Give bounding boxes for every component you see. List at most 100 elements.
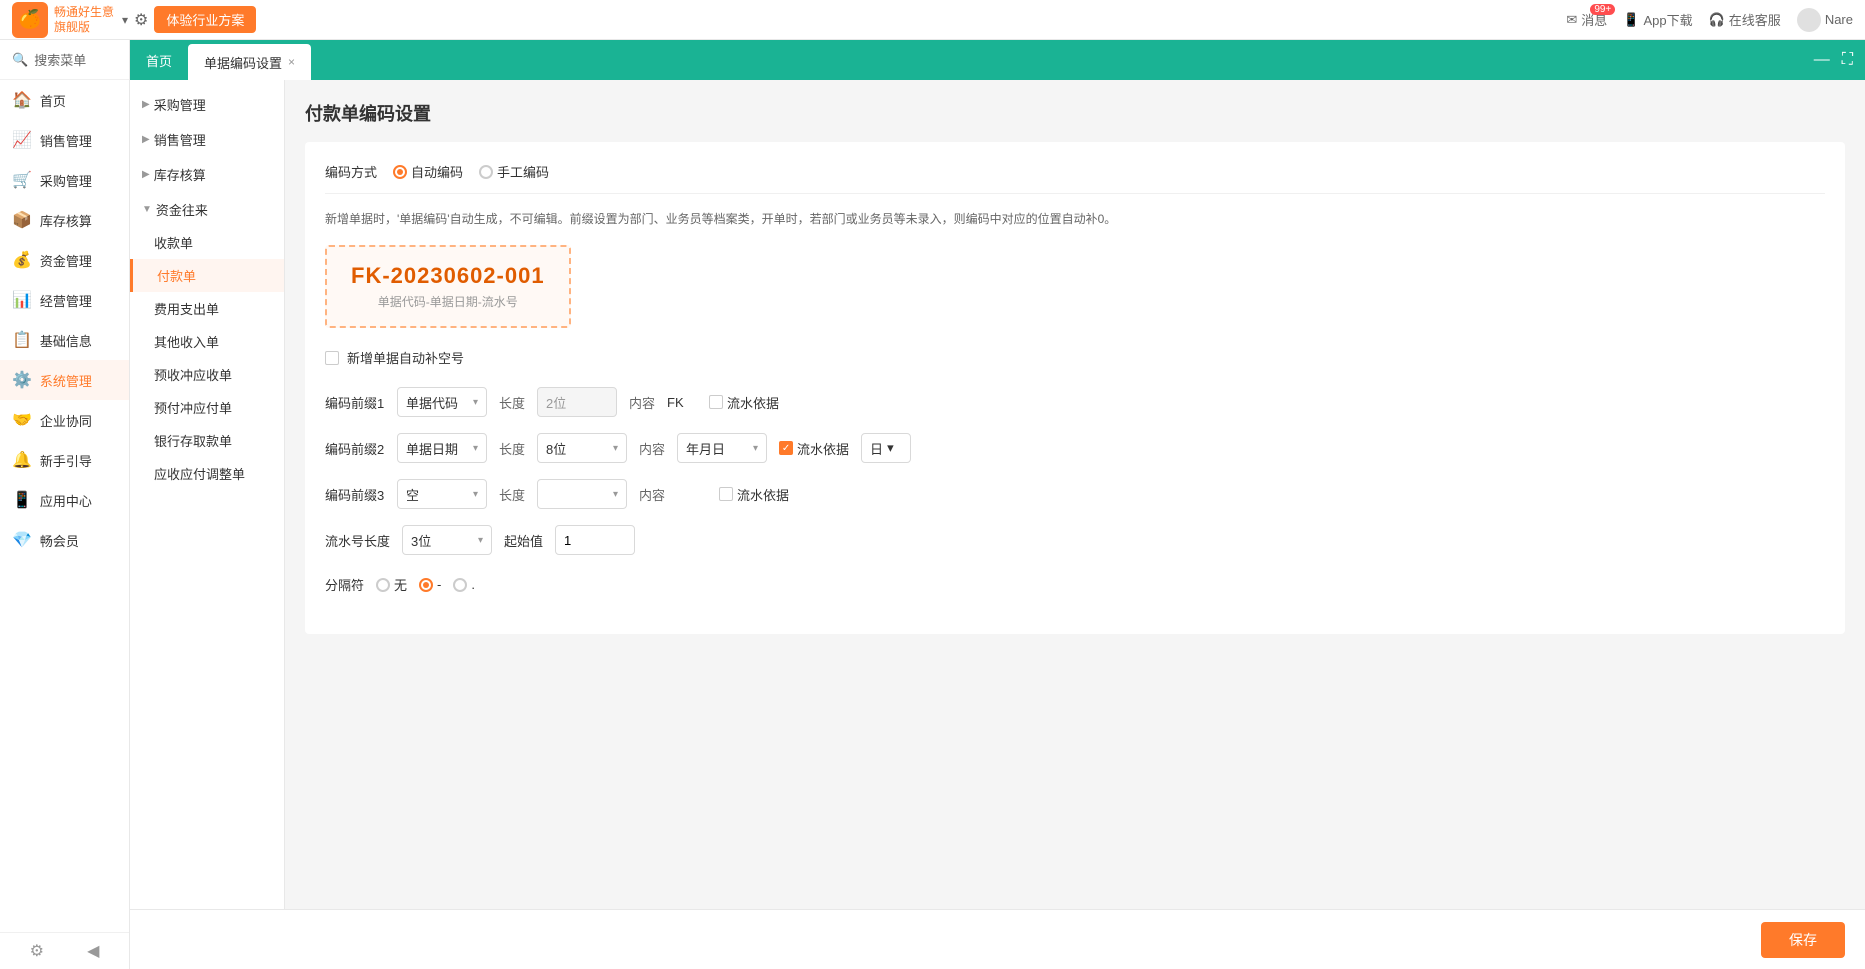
start-value-input[interactable] <box>555 525 635 555</box>
tab-close-icon[interactable]: × <box>288 55 295 69</box>
settings-bottom-icon[interactable]: ⚙ <box>30 941 44 961</box>
sep-dash-radio[interactable]: - <box>419 577 441 592</box>
sidebar-item-home[interactable]: 🏠 首页 <box>0 80 129 120</box>
prefix1-flow-check: 流水依据 <box>709 393 779 412</box>
sidebar-item-enterprise[interactable]: 🤝 企业协同 <box>0 400 129 440</box>
sidebar-item-advance-offset[interactable]: 预付冲应付单 <box>130 391 284 424</box>
prefix1-content: FK <box>667 395 697 410</box>
messages-btn[interactable]: ✉ 消息 99+ <box>1566 10 1607 29</box>
prefix3-flow-checkbox[interactable] <box>719 487 733 501</box>
page-title: 付款单编码设置 <box>305 100 1845 126</box>
manual-encode-radio[interactable]: 手工编码 <box>479 162 549 181</box>
sep-dot-radio[interactable]: . <box>453 577 475 592</box>
sidebar-item-member[interactable]: 💎 畅会员 <box>0 520 129 560</box>
encode-method-row: 编码方式 自动编码 手工编码 <box>325 162 1825 194</box>
sidebar-item-payment[interactable]: 付款单 <box>130 259 284 292</box>
operations-icon: 📊 <box>12 290 32 310</box>
group-inventory: ▶ 库存核算 <box>130 158 284 191</box>
sidebar-item-purchase[interactable]: 🛒 采购管理 <box>0 160 129 200</box>
sep-none-dot <box>376 578 390 592</box>
finance-icon: 💰 <box>12 250 32 270</box>
prefix1-arrow-icon: ▾ <box>473 397 478 408</box>
online-service-btn[interactable]: 🎧 在线客服 <box>1709 10 1781 29</box>
code-preview-sub: 单据代码-单据日期-流水号 <box>351 293 545 310</box>
arrow-icon: ▶ <box>142 134 150 145</box>
dropdown-arrow-icon[interactable]: ▾ <box>122 13 128 27</box>
trial-button[interactable]: 体验行业方案 <box>154 6 256 33</box>
sidebar-item-finance[interactable]: 💰 资金管理 <box>0 240 129 280</box>
encode-method-label: 编码方式 <box>325 162 377 181</box>
prefix2-day-select[interactable]: 日 ▾ <box>861 433 911 463</box>
user-info[interactable]: Nare <box>1797 8 1853 32</box>
prefix3-arrow-icon: ▾ <box>473 489 478 500</box>
separator-label: 分隔符 <box>325 575 364 594</box>
app-logo: 🍊 畅通好生意 旗舰版 <box>12 2 114 38</box>
sep-none-radio[interactable]: 无 <box>376 575 407 594</box>
group-header-purchase[interactable]: ▶ 采购管理 <box>130 88 284 121</box>
search-menu-item[interactable]: 🔍 搜索菜单 <box>0 40 129 80</box>
code-preview-main: FK-20230602-001 <box>351 263 545 289</box>
sidebar-item-base-info[interactable]: 📋 基础信息 <box>0 320 129 360</box>
prefix1-select[interactable]: 单据代码 ▾ <box>397 387 487 417</box>
app-download-btn[interactable]: 📱 App下载 <box>1623 10 1692 29</box>
group-capital: ▼ 资金往来 收款单 付款单 费用支出单 其他收入单 预收冲应收单 预付冲应付单… <box>130 193 284 490</box>
sidebar-item-expense[interactable]: 费用支出单 <box>130 292 284 325</box>
arrow-icon: ▶ <box>142 99 150 110</box>
prefix-row-3: 编码前缀3 空 ▾ 长度 ▾ 内容 <box>325 479 1825 509</box>
prefix1-flow-checkbox[interactable] <box>709 395 723 409</box>
search-icon: 🔍 <box>12 52 28 68</box>
sidebar-item-sales[interactable]: 📈 销售管理 <box>0 120 129 160</box>
collapse-icon[interactable]: ◀ <box>87 941 99 961</box>
prefix3-select[interactable]: 空 ▾ <box>397 479 487 509</box>
prefix3-length-arrow-icon: ▾ <box>613 489 618 500</box>
prefix2-length-select[interactable]: 8位 ▾ <box>537 433 627 463</box>
logo-text: 畅通好生意 旗舰版 <box>54 5 114 34</box>
auto-encode-radio[interactable]: 自动编码 <box>393 162 463 181</box>
prefix1-length: 2位 <box>537 387 617 417</box>
prefix2-select[interactable]: 单据日期 ▾ <box>397 433 487 463</box>
sidebar-item-other-income[interactable]: 其他收入单 <box>130 325 284 358</box>
sidebar-item-receipt[interactable]: 收款单 <box>130 226 284 259</box>
prefix3-label: 编码前缀3 <box>325 485 385 504</box>
prefix2-length-arrow-icon: ▾ <box>613 443 618 454</box>
sidebar-item-inventory[interactable]: 📦 库存核算 <box>0 200 129 240</box>
auto-encode-dot <box>393 165 407 179</box>
enterprise-icon: 🤝 <box>12 410 32 430</box>
sidebar-item-app-center[interactable]: 📱 应用中心 <box>0 480 129 520</box>
tab-bar: 首页 单据编码设置 × — ⛶ <box>130 40 1865 80</box>
tab-home[interactable]: 首页 <box>130 40 188 80</box>
group-header-capital[interactable]: ▼ 资金往来 <box>130 193 284 226</box>
auto-fill-row: 新增单据自动补空号 <box>325 348 1825 367</box>
group-header-inventory[interactable]: ▶ 库存核算 <box>130 158 284 191</box>
sep-dot-dot <box>453 578 467 592</box>
group-header-sales[interactable]: ▶ 销售管理 <box>130 123 284 156</box>
home-icon: 🏠 <box>12 90 32 110</box>
sidebar-item-system[interactable]: ⚙️ 系统管理 <box>0 360 129 400</box>
gear-icon[interactable]: ⚙ <box>134 10 148 30</box>
save-button[interactable]: 保存 <box>1761 922 1845 958</box>
separator-row: 分隔符 无 - . <box>325 575 1825 594</box>
arrow-icon: ▶ <box>142 169 150 180</box>
prefix2-content-arrow-icon: ▾ <box>753 443 758 454</box>
sidebar-item-guide[interactable]: 🔔 新手引导 <box>0 440 129 480</box>
tab-encode-settings[interactable]: 单据编码设置 × <box>188 44 311 80</box>
prefix3-length-select[interactable]: ▾ <box>537 479 627 509</box>
guide-icon: 🔔 <box>12 450 32 470</box>
prefix2-flow-checkbox[interactable]: ✓ <box>779 441 793 455</box>
prefix1-label: 编码前缀1 <box>325 393 385 412</box>
sidebar-item-bank[interactable]: 银行存取款单 <box>130 424 284 457</box>
group-purchase: ▶ 采购管理 <box>130 88 284 121</box>
prefix2-content-select[interactable]: 年月日 ▾ <box>677 433 767 463</box>
inventory-icon: 📦 <box>12 210 32 230</box>
serial-length-select[interactable]: 3位 ▾ <box>402 525 492 555</box>
serial-length-label: 流水号长度 <box>325 531 390 550</box>
prefix2-arrow-icon: ▾ <box>473 443 478 454</box>
sidebar-item-operations[interactable]: 📊 经营管理 <box>0 280 129 320</box>
content-wrapper: ▶ 采购管理 ▶ 销售管理 ▶ 库存核算 <box>130 80 1865 909</box>
maximize-icon[interactable]: ⛶ <box>1842 51 1853 69</box>
auto-fill-checkbox[interactable] <box>325 351 339 365</box>
sidebar-item-adjustment[interactable]: 应收应付调整单 <box>130 457 284 490</box>
sidebar-item-prepay-offset[interactable]: 预收冲应收单 <box>130 358 284 391</box>
minimize-icon[interactable]: — <box>1814 51 1830 69</box>
messages-badge: 99+ <box>1590 4 1615 15</box>
